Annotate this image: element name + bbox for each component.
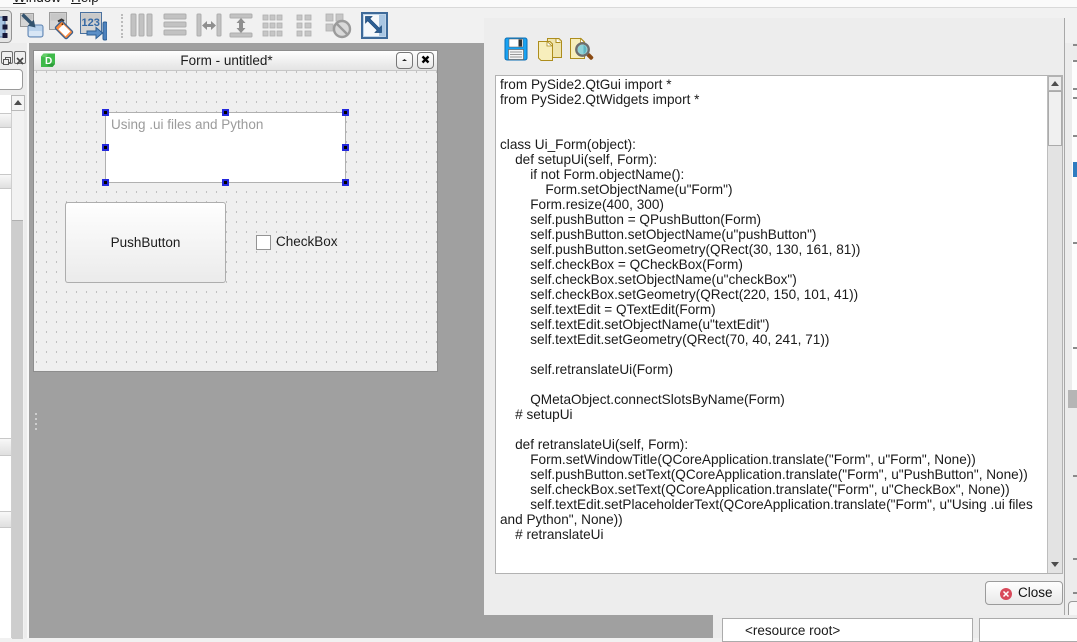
svg-text:123: 123: [82, 17, 100, 29]
